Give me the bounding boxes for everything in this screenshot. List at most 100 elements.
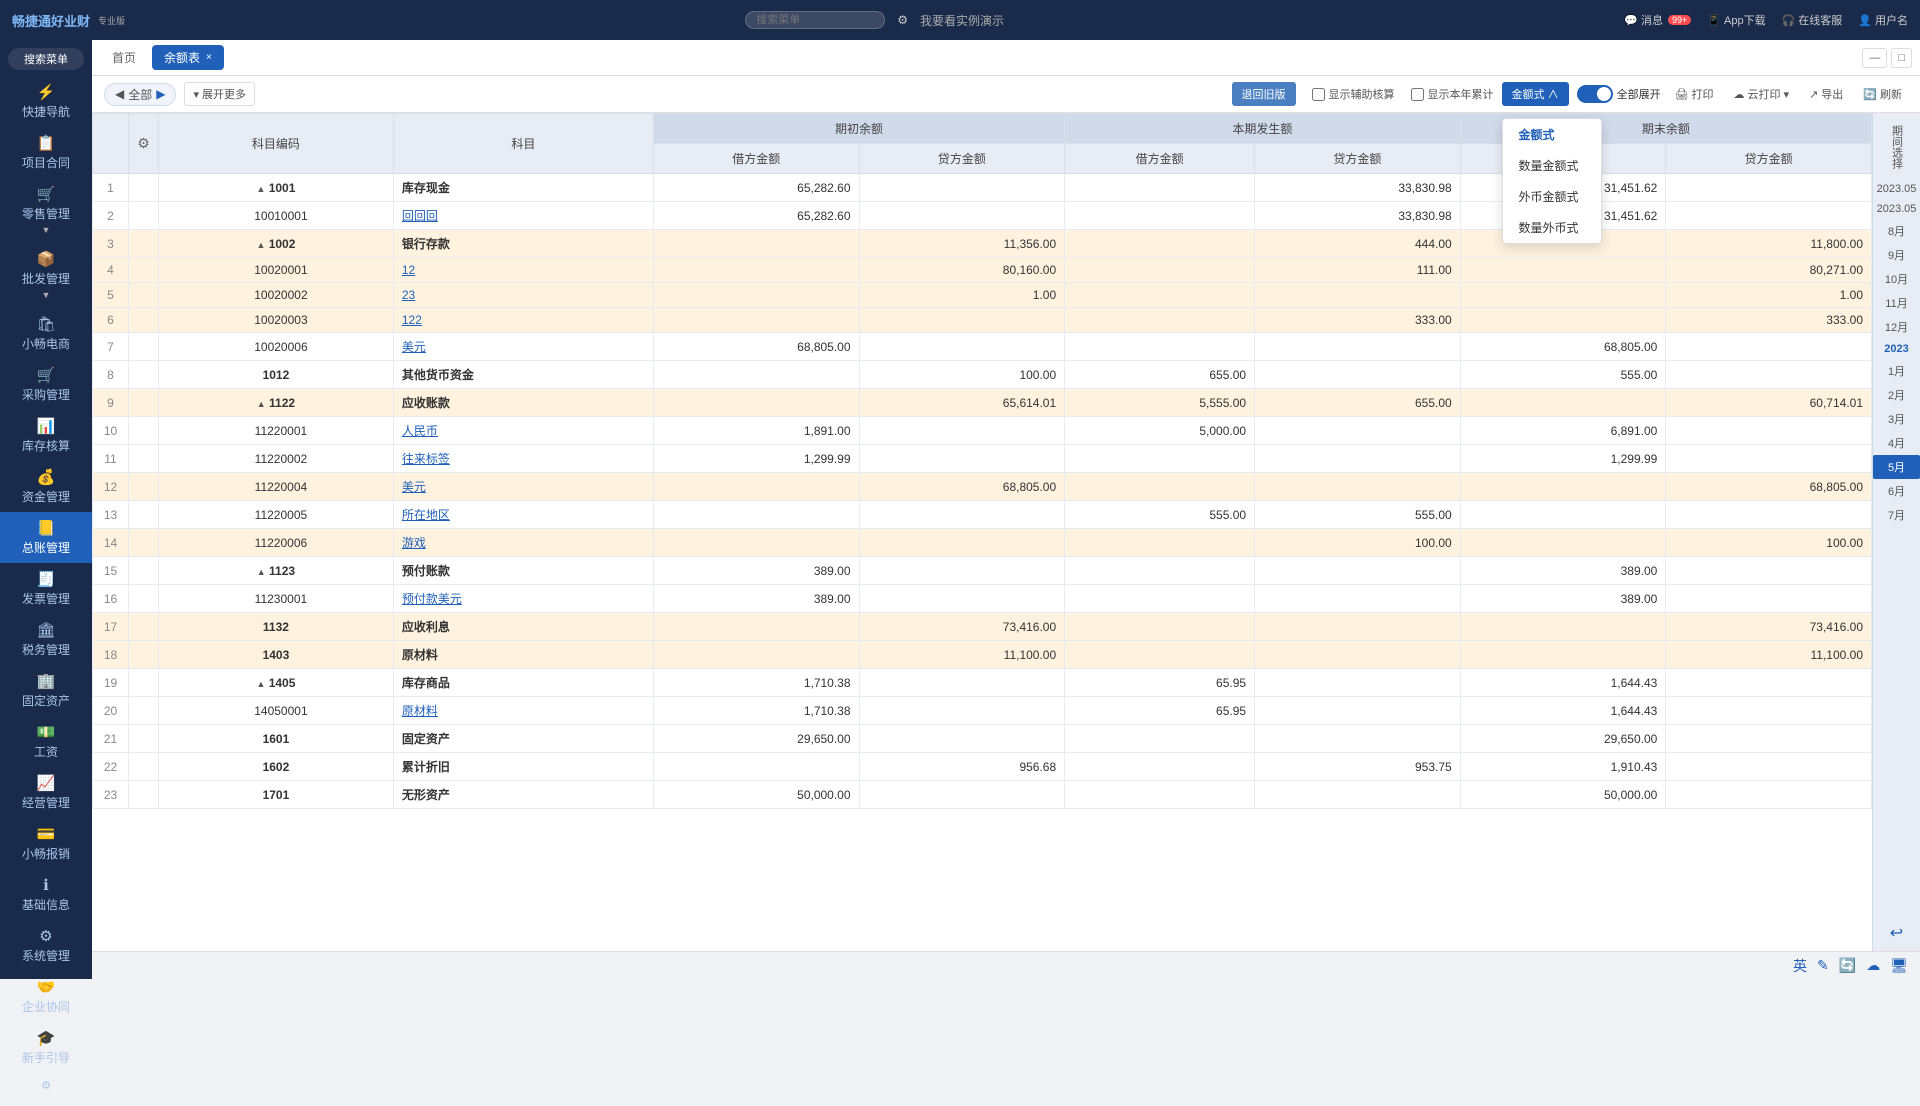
sync-icon[interactable]: 🔄 xyxy=(1839,957,1856,974)
row-name[interactable]: 游戏 xyxy=(393,529,653,557)
table-row[interactable]: 23 1701 无形资产 50,000.00 50,000.00 xyxy=(93,781,1872,809)
table-row[interactable]: 20 14050001 原材料 1,710.38 65.95 1,644.43 xyxy=(93,697,1872,725)
sidebar-item-guide[interactable]: 🎓 新手引导 xyxy=(0,1022,92,1073)
table-row[interactable]: 14 11220006 游戏 100.00 100.00 xyxy=(93,529,1872,557)
period-5[interactable]: 5月 xyxy=(1873,455,1920,479)
period-2023-label[interactable]: 2023 xyxy=(1873,339,1920,359)
table-row[interactable]: 22 1602 累计折旧 956.68 953.75 1,910.43 xyxy=(93,753,1872,781)
row-name[interactable]: 美元 xyxy=(393,473,653,501)
th-settings[interactable]: ⚙ xyxy=(129,114,159,174)
cloud-print-btn[interactable]: ☁ 云打印 ▾ xyxy=(1728,83,1796,105)
auxiliary-checkbox[interactable] xyxy=(1312,88,1325,101)
right-panel-collapse-btn[interactable]: ↩ xyxy=(1890,923,1903,943)
menu-item-qty-foreign[interactable]: 数量外币式 xyxy=(1503,212,1601,243)
table-row[interactable]: 10 11220001 人民币 1,891.00 5,000.00 6,891.… xyxy=(93,417,1872,445)
table-row[interactable]: 5 10020002 23 1.00 1.00 xyxy=(93,283,1872,308)
row-name[interactable]: 12 xyxy=(393,258,653,283)
sidebar-item-wholesale[interactable]: 📦 批发管理 ▼ xyxy=(0,243,92,308)
download-button[interactable]: 📱 App下载 xyxy=(1707,12,1765,28)
period-10[interactable]: 10月 xyxy=(1873,267,1920,291)
menu-item-amount[interactable]: 金额式 xyxy=(1503,119,1601,150)
sidebar-item-expense[interactable]: 💳 小畅报销 xyxy=(0,818,92,869)
sidebar-item-assets[interactable]: 🏢 固定资产 xyxy=(0,665,92,716)
print-btn[interactable]: 🖨 打印 xyxy=(1669,83,1720,105)
period-1[interactable]: 1月 xyxy=(1873,359,1920,383)
sidebar-item-ledger[interactable]: 📒 总账管理 xyxy=(0,512,92,563)
row-name[interactable]: 人民币 xyxy=(393,417,653,445)
table-row[interactable]: 11 11220002 往来标签 1,299.99 1,299.99 xyxy=(93,445,1872,473)
tab-close-btn[interactable]: × xyxy=(206,52,212,63)
demo-label[interactable]: 我要看实例演示 xyxy=(920,12,1004,29)
table-row[interactable]: 18 1403 原材料 11,100.00 11,100.00 xyxy=(93,641,1872,669)
sidebar-item-retail[interactable]: 🛒 零售管理 ▼ xyxy=(0,178,92,243)
monitor-icon[interactable]: 🖥 xyxy=(1890,957,1908,974)
row-name[interactable]: 回回回 xyxy=(393,202,653,230)
period-3[interactable]: 3月 xyxy=(1873,407,1920,431)
table-row[interactable]: 7 10020006 美元 68,805.00 68,805.00 xyxy=(93,333,1872,361)
tab-maximize-btn[interactable]: □ xyxy=(1891,48,1912,68)
period-2023-start[interactable]: 2023.05 xyxy=(1873,179,1920,199)
table-row[interactable]: 12 11220004 美元 68,805.00 68,805.00 xyxy=(93,473,1872,501)
export-btn[interactable]: ↗ 导出 xyxy=(1803,83,1849,105)
period-12[interactable]: 12月 xyxy=(1873,315,1920,339)
sidebar-search[interactable]: 搜索菜单 xyxy=(8,48,84,70)
period-2023-05[interactable]: 2023.05 xyxy=(1873,199,1920,219)
table-row[interactable]: 1 ▲ 1001 库存现金 65,282.60 33,830.98 31,451… xyxy=(93,174,1872,202)
toggle-track[interactable] xyxy=(1577,85,1613,103)
sidebar-item-system[interactable]: ⚙ 系统管理 xyxy=(0,920,92,971)
period-2[interactable]: 2月 xyxy=(1873,383,1920,407)
table-row[interactable]: 21 1601 固定资产 29,650.00 29,650.00 xyxy=(93,725,1872,753)
lang-icon[interactable]: 英 xyxy=(1793,956,1807,976)
sidebar-item-ecommerce[interactable]: 🛍 小畅电商 xyxy=(0,308,92,359)
table-row[interactable]: 6 10020003 122 333.00 333.00 xyxy=(93,308,1872,333)
ytd-checkbox[interactable] xyxy=(1411,88,1424,101)
row-name[interactable]: 往来标签 xyxy=(393,445,653,473)
row-name[interactable]: 美元 xyxy=(393,333,653,361)
expand-btn[interactable]: ▾ 展开更多 xyxy=(184,82,255,106)
top-search-input[interactable] xyxy=(745,11,885,29)
tab-minimize-btn[interactable]: — xyxy=(1862,48,1887,68)
period-11[interactable]: 11月 xyxy=(1873,291,1920,315)
sidebar-item-basic[interactable]: ℹ 基础信息 xyxy=(0,869,92,920)
tab-home[interactable]: 首页 xyxy=(100,45,148,70)
table-row[interactable]: 17 1132 应收利息 73,416.00 73,416.00 xyxy=(93,613,1872,641)
sidebar-item-salary[interactable]: 💵 工资 xyxy=(0,716,92,767)
table-settings-icon[interactable]: ⚙ xyxy=(137,135,150,151)
show-ytd-check[interactable]: 显示本年累计 xyxy=(1411,86,1494,102)
table-row[interactable]: 2 10010001 回回回 65,282.60 33,830.98 31,45… xyxy=(93,202,1872,230)
row-name[interactable]: 23 xyxy=(393,283,653,308)
show-auxiliary-check[interactable]: 显示辅助核算 xyxy=(1312,86,1395,102)
table-row[interactable]: 3 ▲ 1002 银行存款 11,356.00 444.00 11,800.00 xyxy=(93,230,1872,258)
expand-all-toggle[interactable]: 全部展开 xyxy=(1577,85,1661,103)
amount-style-btn[interactable]: 金额式 ∧ xyxy=(1502,82,1569,106)
table-row[interactable]: 4 10020001 12 80,160.00 111.00 80,271.00 xyxy=(93,258,1872,283)
sidebar-item-purchase[interactable]: 🛒 采购管理 xyxy=(0,359,92,410)
table-row[interactable]: 13 11220005 所在地区 555.00 555.00 xyxy=(93,501,1872,529)
tab-balance[interactable]: 余额表 × xyxy=(152,45,224,70)
row-name[interactable]: 原材料 xyxy=(393,697,653,725)
table-row[interactable]: 16 11230001 预付款美元 389.00 389.00 xyxy=(93,585,1872,613)
menu-item-qty-amount[interactable]: 数量金额式 xyxy=(1503,150,1601,181)
table-row[interactable]: 8 1012 其他货币资金 100.00 655.00 555.00 xyxy=(93,361,1872,389)
message-button[interactable]: 💬 消息 99+ xyxy=(1624,12,1691,28)
period-7[interactable]: 7月 xyxy=(1873,503,1920,527)
table-row[interactable]: 15 ▲ 1123 预付账款 389.00 389.00 xyxy=(93,557,1872,585)
table-row[interactable]: 9 ▲ 1122 应收账款 65,614.01 5,555.00 655.00 … xyxy=(93,389,1872,417)
period-9[interactable]: 9月 xyxy=(1873,243,1920,267)
settings-icon[interactable]: ⚙ xyxy=(897,13,908,27)
sidebar-settings-btn[interactable]: ⚙ xyxy=(0,1073,92,1098)
amount-style-dropdown[interactable]: 金额式 ∧ 金额式 数量金额式 外币金额式 数量外币式 xyxy=(1502,82,1569,106)
period-4[interactable]: 4月 xyxy=(1873,431,1920,455)
sidebar-item-quick-nav[interactable]: ⚡ 快捷导航 xyxy=(0,76,92,127)
cloud-icon[interactable]: ☁ xyxy=(1866,957,1880,974)
period-8[interactable]: 8月 xyxy=(1873,219,1920,243)
table-row[interactable]: 19 ▲ 1405 库存商品 1,710.38 65.95 1,644.43 xyxy=(93,669,1872,697)
sidebar-item-invoice[interactable]: 🧾 发票管理 xyxy=(0,563,92,614)
filter-tag[interactable]: ◀ 全部 ▶ xyxy=(104,83,176,106)
row-name[interactable]: 预付款美元 xyxy=(393,585,653,613)
refresh-btn[interactable]: 🔄 刷新 xyxy=(1857,83,1908,105)
back-btn[interactable]: 退回旧版 xyxy=(1232,82,1296,106)
sidebar-item-finance[interactable]: 💰 资金管理 xyxy=(0,461,92,512)
user-avatar[interactable]: 👤 用户名 xyxy=(1858,12,1908,28)
row-name[interactable]: 所在地区 xyxy=(393,501,653,529)
